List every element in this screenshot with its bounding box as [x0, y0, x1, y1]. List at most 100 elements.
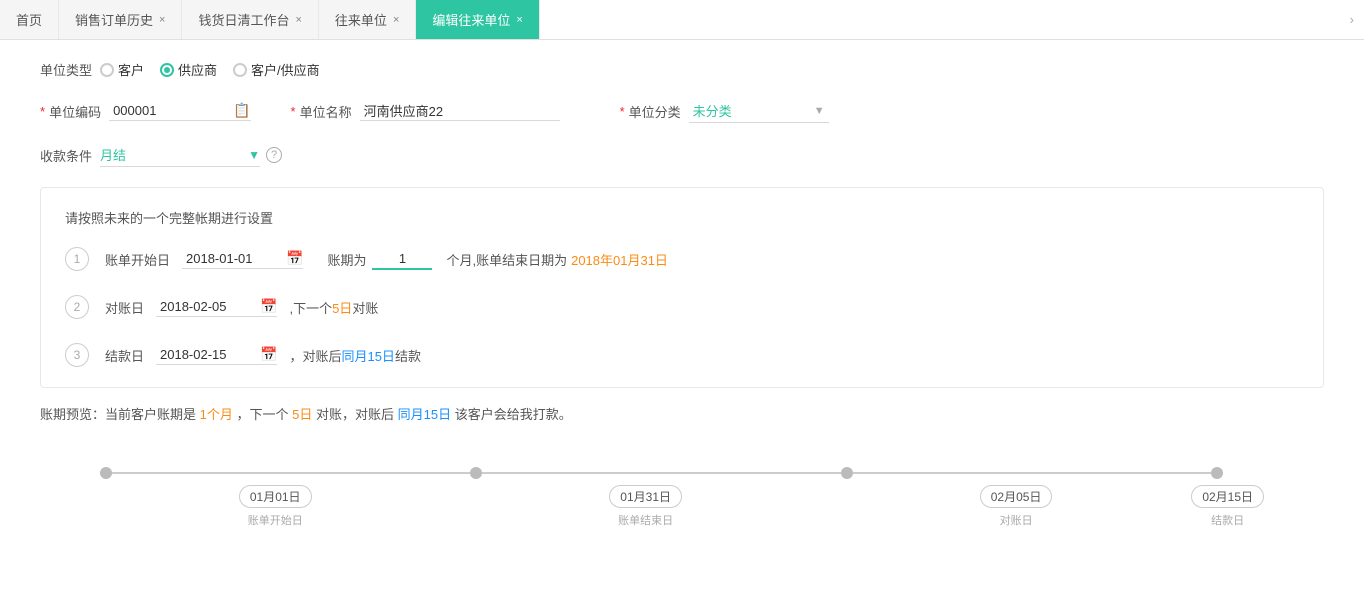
step-3-calendar-icon[interactable]: 📅 — [260, 346, 277, 363]
timeline-label-2: 01月31日 账单结束日 — [609, 485, 682, 528]
payment-terms-dropdown-icon: ▼ — [248, 148, 260, 162]
period-section: 请按照未来的一个完整帐期进行设置 1 账单开始日 📅 账期为 个月,账单结束日期… — [40, 187, 1324, 388]
step-3-label: 结款日 — [105, 346, 144, 365]
tab-cash-desk[interactable]: 钱货日清工作台 × — [182, 0, 318, 39]
timeline-label-3: 02月05日 对账日 — [980, 485, 1053, 528]
timeline-sub-4: 结款日 — [1211, 512, 1244, 528]
timeline-badge-3: 02月05日 — [980, 485, 1053, 508]
category-dropdown-icon: ▼ — [814, 105, 825, 117]
tabs-arrow[interactable]: › — [1340, 0, 1364, 39]
tab-edit-partner-close[interactable]: × — [516, 14, 522, 26]
tab-sales-history-close[interactable]: × — [159, 14, 165, 26]
step-1-date-field: 📅 — [182, 249, 303, 269]
preview-p2: 5日 — [292, 407, 312, 422]
step-1-period-suffix: 个月,账单结束日期为 — [446, 250, 567, 269]
timeline-dot-4 — [1211, 467, 1223, 479]
section-instruction: 请按照未来的一个完整帐期进行设置 — [65, 208, 1299, 227]
timeline-line-1 — [112, 472, 470, 474]
radio-both-circle — [233, 63, 247, 77]
step-2-date-field: 📅 — [156, 297, 277, 317]
code-required: * — [40, 104, 45, 119]
step-1-date-input[interactable] — [182, 249, 282, 268]
name-required: * — [291, 104, 296, 119]
tab-partner-close[interactable]: × — [393, 14, 399, 26]
timeline-dot-2 — [470, 467, 482, 479]
timeline-node-4: 02月15日 结款日 — [1211, 467, 1264, 528]
help-icon[interactable]: ? — [266, 147, 282, 163]
radio-customer[interactable]: 客户 — [100, 60, 144, 79]
payment-terms-label: 收款条件 — [40, 146, 92, 165]
unit-code-label: 单位编码 — [49, 102, 101, 121]
tab-home[interactable]: 首页 — [0, 0, 59, 39]
unit-category-label: 单位分类 — [629, 102, 681, 121]
radio-customer-label: 客户 — [118, 60, 144, 79]
step-1-row: 1 账单开始日 📅 账期为 个月,账单结束日期为 2018年01月31日 — [65, 247, 1299, 271]
step-2-date-input[interactable] — [156, 297, 256, 316]
main-content: 单位类型 客户 供应商 客户/供应商 * 单位编码 📋 * 单位名称 * — [0, 40, 1364, 608]
timeline-label-1: 01月01日 账单开始日 — [239, 485, 312, 528]
step-1-months-input[interactable] — [372, 249, 432, 270]
step-1-num: 1 — [65, 247, 89, 271]
copy-icon[interactable]: 📋 — [233, 102, 250, 119]
radio-customer-circle — [100, 63, 114, 77]
tabs-bar: 首页 销售订单历史 × 钱货日清工作台 × 往来单位 × 编辑往来单位 × › — [0, 0, 1364, 40]
tab-sales-history-label: 销售订单历史 — [75, 10, 153, 29]
unit-type-label: 单位类型 — [40, 60, 92, 79]
step-2-label: 对账日 — [105, 298, 144, 317]
step-1-calendar-icon[interactable]: 📅 — [286, 250, 303, 267]
step-3-desc-prefix: ，对账后 — [289, 346, 341, 365]
unit-name-input[interactable] — [360, 101, 560, 121]
unit-name-label: 单位名称 — [300, 102, 352, 121]
unit-code-field: 📋 — [109, 101, 250, 121]
radio-both[interactable]: 客户/供应商 — [233, 60, 320, 79]
preview-sep2: 对账，对账后 — [316, 407, 394, 422]
step-2-highlight: 5日 — [332, 298, 352, 317]
preview-sep1: ，下一个 — [237, 407, 289, 422]
tab-partner-label: 往来单位 — [335, 10, 387, 29]
tab-cash-desk-close[interactable]: × — [295, 14, 301, 26]
radio-supplier-label: 供应商 — [178, 60, 217, 79]
preview-text: 账期预览：当前客户账期是 1个月 ，下一个 5日 对账，对账后 同月15日 该客… — [40, 404, 1324, 423]
unit-type-radio-group: 客户 供应商 客户/供应商 — [100, 60, 320, 79]
step-1-label: 账单开始日 — [105, 250, 170, 269]
timeline-dot-1 — [100, 467, 112, 479]
step-3-date-field: 📅 — [156, 345, 277, 365]
step-3-date-input[interactable] — [156, 345, 256, 364]
preview-p1: 1个月 — [200, 407, 233, 422]
timeline-line-2 — [482, 472, 840, 474]
step-1-period-label: 账期为 — [327, 250, 366, 269]
timeline-label-4: 02月15日 结款日 — [1191, 485, 1264, 528]
payment-terms-row: 收款条件 月结 ▼ ? — [40, 143, 1324, 167]
radio-supplier[interactable]: 供应商 — [160, 60, 217, 79]
unit-category-value: 未分类 — [693, 101, 806, 120]
tab-sales-history[interactable]: 销售订单历史 × — [59, 0, 182, 39]
unit-category-select[interactable]: 未分类 ▼ — [689, 99, 829, 123]
timeline-node-2: 01月31日 账单结束日 — [470, 467, 840, 528]
preview-end: 该客户会给我打款。 — [455, 407, 572, 422]
tab-partner[interactable]: 往来单位 × — [319, 0, 416, 39]
payment-terms-value: 月结 — [100, 145, 242, 164]
step-2-num: 2 — [65, 295, 89, 319]
timeline-node-1: 01月01日 账单开始日 — [100, 467, 470, 528]
timeline-line-3 — [853, 472, 1211, 474]
payment-terms-select[interactable]: 月结 ▼ — [100, 143, 260, 167]
tab-edit-partner[interactable]: 编辑往来单位 × — [416, 0, 539, 39]
timeline-badge-2: 01月31日 — [609, 485, 682, 508]
timeline-badge-4: 02月15日 — [1191, 485, 1264, 508]
step-3-desc-suffix: 结款 — [395, 346, 421, 365]
step-3-row: 3 结款日 📅 ，对账后 同月15日 结款 — [65, 343, 1299, 367]
tab-edit-partner-label: 编辑往来单位 — [432, 10, 510, 29]
timeline: 01月01日 账单开始日 01月31日 账单结束日 02月05日 对账日 — [40, 447, 1324, 538]
step-2-row: 2 对账日 📅 ,下一个 5日 对账 — [65, 295, 1299, 319]
unit-code-input[interactable] — [109, 101, 229, 120]
unit-info-row: * 单位编码 📋 * 单位名称 * 单位分类 未分类 ▼ — [40, 99, 1324, 123]
tab-home-label: 首页 — [16, 10, 42, 29]
timeline-node-3: 02月05日 对账日 — [841, 467, 1211, 528]
step-2-calendar-icon[interactable]: 📅 — [260, 298, 277, 315]
tab-cash-desk-label: 钱货日清工作台 — [198, 10, 289, 29]
timeline-sub-3: 对账日 — [1000, 512, 1033, 528]
step-2-desc-suffix: 对账 — [352, 298, 378, 317]
radio-both-label: 客户/供应商 — [251, 60, 320, 79]
step-3-highlight: 同月15日 — [341, 346, 394, 365]
preview-p3: 同月15日 — [398, 407, 451, 422]
